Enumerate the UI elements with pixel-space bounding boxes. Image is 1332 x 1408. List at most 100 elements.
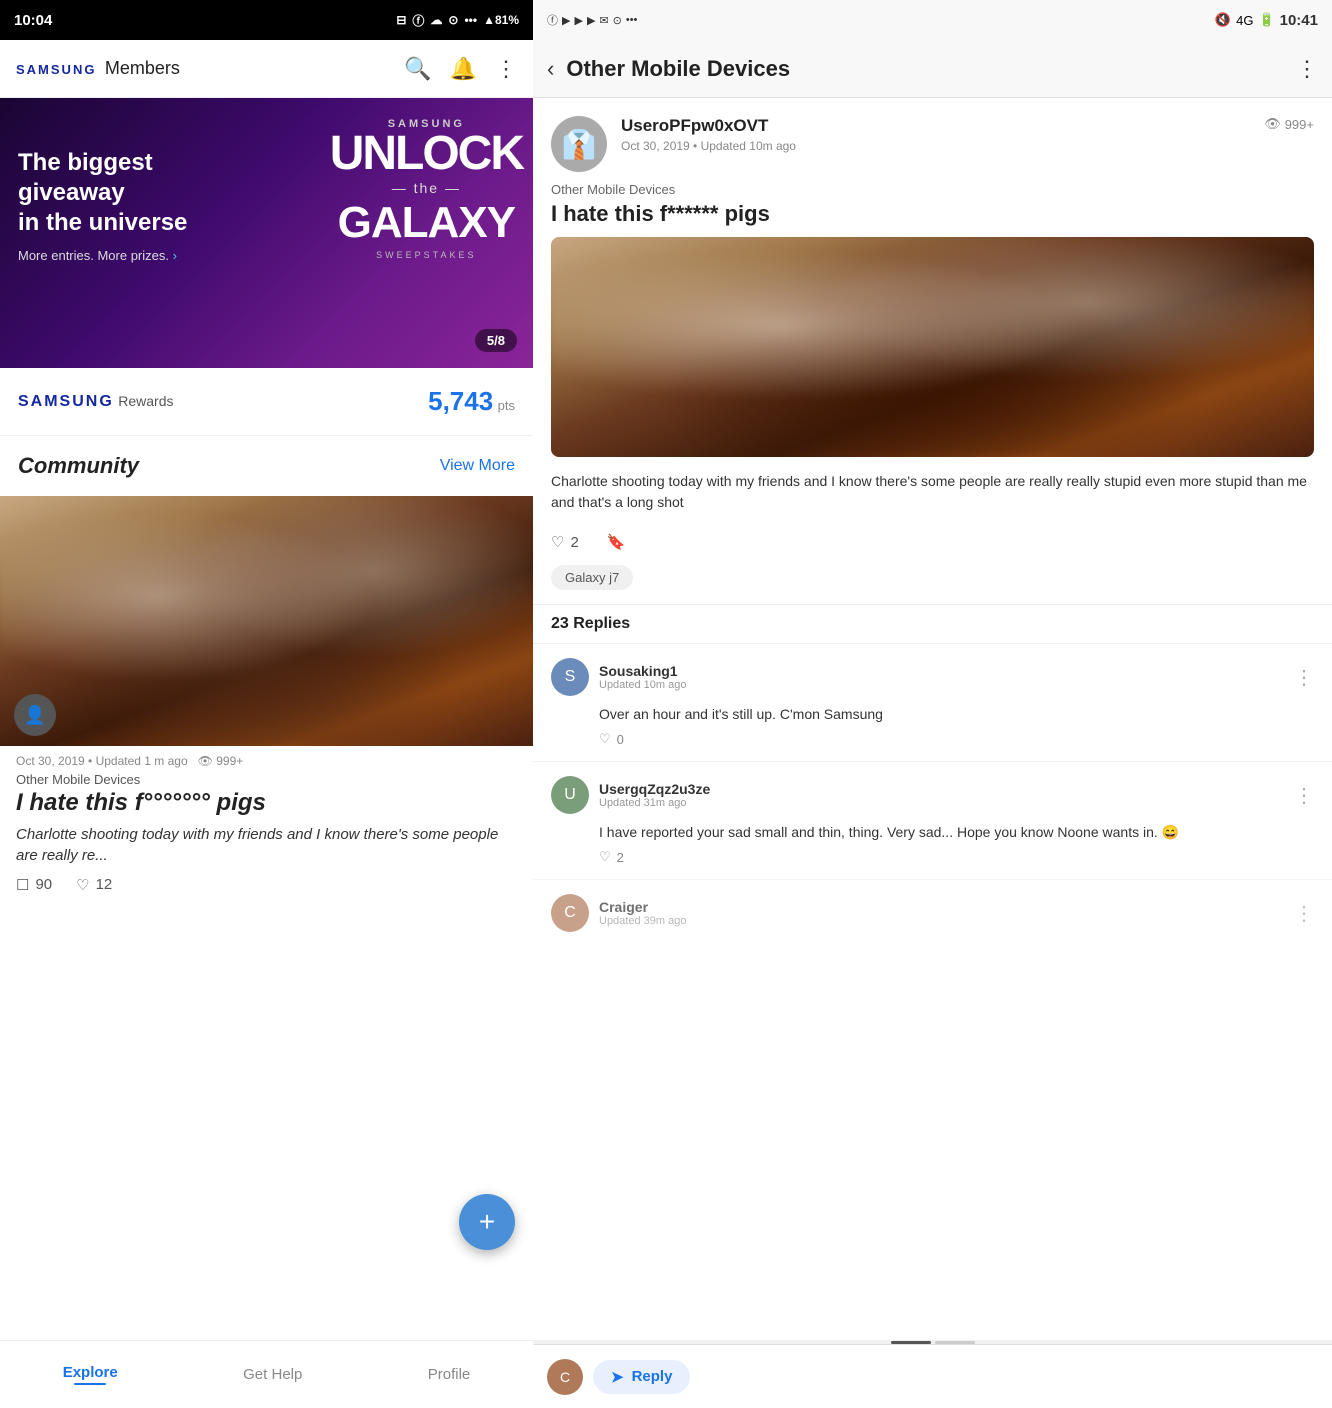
bike-icon-r: ⊙ <box>613 14 622 27</box>
status-bar-left: 10:04 ⊟ ⓕ ☁ ⊙ ••• ▲81% <box>0 0 533 40</box>
bookmark-button-right[interactable]: 🔖 <box>607 533 626 551</box>
mute-icon: 🔇 <box>1215 12 1231 28</box>
hero-content: The biggest giveaway in the universe Mor… <box>18 148 187 263</box>
replies-header: 23 Replies <box>533 604 1332 643</box>
author-meta: Oct 30, 2019 • Updated 10m ago <box>621 139 1250 153</box>
nba-icon: ⊙ <box>448 13 458 27</box>
tag-galaxy-j7[interactable]: Galaxy j7 <box>551 565 633 590</box>
notification-icon[interactable]: 🔔 <box>450 56 477 82</box>
view-more-button[interactable]: View More <box>440 457 515 475</box>
post-actions: ☐ 90 ♡ 12 <box>0 866 533 904</box>
status-bar-right: ⓕ ▶ ▶ ▶ ✉ ⊙ ••• 🔇 4G 🔋 10:41 <box>533 0 1332 40</box>
nav-item-explore[interactable]: Explore <box>63 1364 118 1385</box>
samsung-logo-text: SAMSUNG <box>16 62 96 77</box>
samsung-members-logo: SAMSUNG Members <box>16 58 180 79</box>
rewards-points: 5,743 pts <box>428 386 515 417</box>
hero-badge: 5/8 <box>475 329 517 352</box>
post-meta: Oct 30, 2019 • Updated 1 m ago 👁 999+ <box>0 746 533 768</box>
yt3-icon-r: ▶ <box>587 14 595 27</box>
rewards-label: Rewards <box>118 393 173 409</box>
heart-icon-reply1: ♡ <box>599 731 611 747</box>
reply-more-usergq[interactable]: ⋮ <box>1294 783 1314 808</box>
time-left: 10:04 <box>14 12 52 29</box>
menu-icon[interactable]: ⋮ <box>495 56 517 82</box>
community-title: Community <box>18 453 139 479</box>
reply-send-label: Reply <box>632 1368 673 1385</box>
reply-user-info-2: UsergqZqz2u3ze Updated 31m ago <box>599 781 710 809</box>
like-button-right[interactable]: ♡ 2 <box>551 533 579 551</box>
post-image-blur <box>0 496 533 746</box>
heart-icon-reply2: ♡ <box>599 849 611 865</box>
cloud-icon: ☁ <box>430 13 442 27</box>
fb-icon-r: ⓕ <box>547 12 558 28</box>
right-panel: ⓕ ▶ ▶ ▶ ✉ ⊙ ••• 🔇 4G 🔋 10:41 ‹ Other Mob… <box>533 0 1332 1408</box>
left-panel: 10:04 ⊟ ⓕ ☁ ⊙ ••• ▲81% SAMSUNG Members 🔍… <box>0 0 533 1408</box>
post-detail-scroll[interactable]: 👔 UseroPFpw0xOVT Oct 30, 2019 • Updated … <box>533 98 1332 1340</box>
nav-active-indicator <box>74 1383 106 1385</box>
post-author-avatar: 👤 <box>14 694 56 736</box>
fb-icon: ⓕ <box>412 12 424 29</box>
reply-more-sousaking[interactable]: ⋮ <box>1294 665 1314 690</box>
samsung-rewards-logo: SAMSUNG <box>18 393 114 410</box>
yt2-icon-r: ▶ <box>574 14 582 27</box>
post-category: Other Mobile Devices <box>16 772 517 787</box>
heart-icon: ♡ <box>76 876 89 894</box>
like-count-reply2: 2 <box>617 850 624 865</box>
post-image-blur-right <box>551 237 1314 457</box>
fab-add-button[interactable]: + <box>459 1194 515 1250</box>
views-badge: 👁 999+ <box>1264 116 1314 132</box>
author-section: 👔 UseroPFpw0xOVT Oct 30, 2019 • Updated … <box>533 98 1332 182</box>
pts-label: pts <box>498 398 515 413</box>
bottom-navigation: Explore Get Help Profile <box>0 1340 533 1408</box>
nav-item-get-help[interactable]: Get Help <box>243 1366 302 1383</box>
top-icons: 🔍 🔔 ⋮ <box>404 56 517 82</box>
profile-label: Profile <box>428 1366 471 1383</box>
send-reply-button[interactable]: ➤ Reply <box>593 1360 690 1394</box>
rewards-bar: SAMSUNG Rewards 5,743 pts <box>0 368 533 436</box>
yt-icon-r: ▶ <box>562 14 570 27</box>
hero-banner[interactable]: The biggest giveaway in the universe Mor… <box>0 98 533 368</box>
reply-body-sousaking: Over an hour and it's still up. C'mon Sa… <box>551 704 1314 725</box>
bookmark-icon: 🔖 <box>607 533 626 551</box>
rewards-logo: SAMSUNG Rewards <box>18 393 173 411</box>
status-icons-left: ⊟ ⓕ ☁ ⊙ ••• ▲81% <box>396 12 519 29</box>
reply-item-2: U UsergqZqz2u3ze Updated 31m ago ⋮ I hav… <box>533 761 1332 879</box>
reply-like-sousaking[interactable]: ♡ 0 <box>551 731 1314 747</box>
author-avatar: 👔 <box>551 116 607 172</box>
more-icon: ••• <box>464 13 477 27</box>
reply-user-info: Sousaking1 Updated 10m ago <box>599 663 686 691</box>
reply-like-usergq[interactable]: ♡ 2 <box>551 849 1314 865</box>
views-count: 999+ <box>1285 117 1314 132</box>
cast-icon: ⊟ <box>396 13 406 27</box>
like-action[interactable]: ♡ 12 <box>76 876 112 894</box>
back-button[interactable]: ‹ <box>547 56 554 82</box>
nav-item-profile[interactable]: Profile <box>428 1366 471 1383</box>
reply-meta-craiger: Updated 39m ago <box>599 915 686 927</box>
more-icon-r: ••• <box>626 14 638 26</box>
comment-action[interactable]: ☐ 90 <box>16 876 52 894</box>
members-text: Members <box>105 58 180 78</box>
reply-more-craiger[interactable]: ⋮ <box>1294 901 1314 926</box>
signal-icon: 4G <box>1236 13 1253 28</box>
battery-icon: 🔋 <box>1258 12 1274 28</box>
reply-avatar-craiger: C <box>551 894 589 932</box>
like-count: 12 <box>96 876 113 893</box>
left-status-icons: ⓕ ▶ ▶ ▶ ✉ ⊙ ••• <box>547 12 637 28</box>
hero-headline: The biggest giveaway in the universe <box>18 148 187 238</box>
more-options-button[interactable]: ⋮ <box>1296 56 1318 82</box>
msg-icon-r: ✉ <box>599 14 608 27</box>
reply-body-usergq: I have reported your sad small and thin,… <box>551 822 1314 843</box>
search-icon[interactable]: 🔍 <box>404 56 431 82</box>
send-icon: ➤ <box>611 1368 624 1386</box>
get-help-label: Get Help <box>243 1366 302 1383</box>
reply-avatar-sousaking: S <box>551 658 589 696</box>
community-post-card[interactable]: 👤 Oct 30, 2019 • Updated 1 m ago 👁 999+ … <box>0 496 533 1340</box>
community-header: Community View More <box>0 436 533 496</box>
reply-username-craiger: Craiger <box>599 899 686 915</box>
hero-arrow-icon: › <box>173 248 177 263</box>
post-excerpt: Charlotte shooting today with my friends… <box>0 818 533 866</box>
hero-subtext: More entries. More prizes. › <box>18 248 187 263</box>
current-user-avatar: C <box>547 1359 583 1395</box>
post-title: I hate this f°°°°°°° pigs <box>0 789 533 818</box>
reply-username-sousaking: Sousaking1 <box>599 663 686 679</box>
